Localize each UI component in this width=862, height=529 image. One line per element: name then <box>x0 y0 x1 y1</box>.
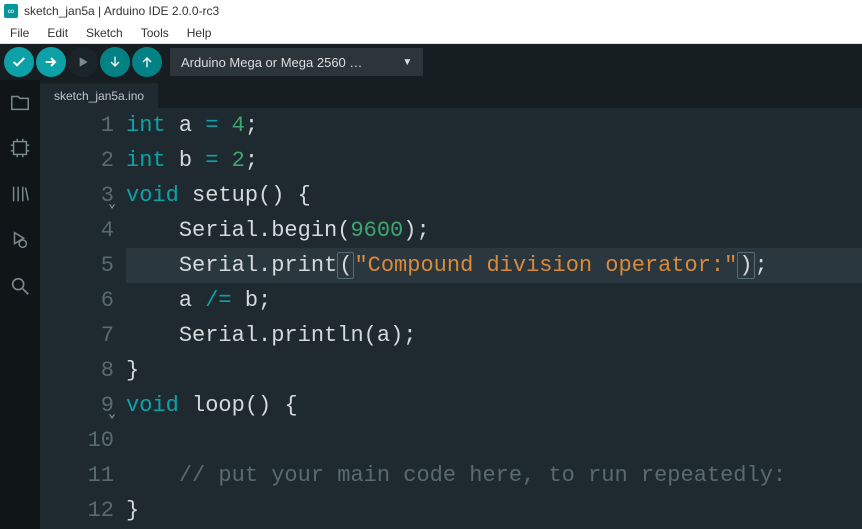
new-tab-button[interactable] <box>100 47 130 77</box>
board-name: Arduino Mega or Mega 2560 … <box>181 55 362 70</box>
menu-edit[interactable]: Edit <box>39 24 76 42</box>
main-area: sketch_jan5a.ino 1 2 3⌄ 4 5 6 7 8 9⌄ 10 … <box>0 80 862 529</box>
line-number: 10 <box>40 423 114 458</box>
code-line[interactable]: void setup() { <box>126 178 862 213</box>
arrow-up-icon <box>139 54 155 70</box>
tab-bar: sketch_jan5a.ino <box>40 80 862 108</box>
code-line[interactable]: void loop() { <box>126 388 862 423</box>
board-selector[interactable]: Arduino Mega or Mega 2560 … ▼ <box>170 48 423 76</box>
code-line[interactable]: } <box>126 353 862 388</box>
arrow-right-icon <box>43 54 59 70</box>
play-debug-icon <box>75 54 91 70</box>
code-editor[interactable]: 1 2 3⌄ 4 5 6 7 8 9⌄ 10 11 12 int a = 4; … <box>40 108 862 529</box>
menubar: File Edit Sketch Tools Help <box>0 22 862 44</box>
line-number: 8 <box>40 353 114 388</box>
library-manager-icon[interactable] <box>6 180 34 208</box>
boards-manager-icon[interactable] <box>6 134 34 162</box>
debug-panel-icon[interactable] <box>6 226 34 254</box>
check-icon <box>11 54 27 70</box>
line-number: 3⌄ <box>40 178 114 213</box>
code-line[interactable]: Serial.begin(9600); <box>126 213 862 248</box>
menu-file[interactable]: File <box>2 24 37 42</box>
code-line[interactable]: Serial.print("Compound division operator… <box>126 248 862 283</box>
toolbar: Arduino Mega or Mega 2560 … ▼ <box>0 44 862 80</box>
code-line[interactable]: // put your main code here, to run repea… <box>126 458 862 493</box>
line-number: 11 <box>40 458 114 493</box>
debug-button[interactable] <box>68 47 98 77</box>
upload-button[interactable] <box>36 47 66 77</box>
line-number: 12 <box>40 493 114 528</box>
verify-button[interactable] <box>4 47 34 77</box>
code-line[interactable]: a /= b; <box>126 283 862 318</box>
menu-sketch[interactable]: Sketch <box>78 24 131 42</box>
line-number: 5 <box>40 248 114 283</box>
line-number: 9⌄ <box>40 388 114 423</box>
menu-tools[interactable]: Tools <box>133 24 177 42</box>
chevron-down-icon: ▼ <box>402 57 412 68</box>
code-line[interactable]: Serial.println(a); <box>126 318 862 353</box>
editor-area: sketch_jan5a.ino 1 2 3⌄ 4 5 6 7 8 9⌄ 10 … <box>40 80 862 529</box>
line-number: 1 <box>40 108 114 143</box>
line-number: 2 <box>40 143 114 178</box>
line-number: 4 <box>40 213 114 248</box>
code-line[interactable] <box>126 423 862 458</box>
titlebar: ∞ sketch_jan5a | Arduino IDE 2.0.0-rc3 <box>0 0 862 22</box>
window-title: sketch_jan5a | Arduino IDE 2.0.0-rc3 <box>24 4 219 18</box>
line-number: 6 <box>40 283 114 318</box>
arrow-down-icon <box>107 54 123 70</box>
tab-sketch[interactable]: sketch_jan5a.ino <box>40 83 158 108</box>
activity-bar <box>0 80 40 529</box>
code-line[interactable]: } <box>126 493 862 528</box>
line-number: 7 <box>40 318 114 353</box>
code-lines[interactable]: int a = 4; int b = 2; void setup() { Ser… <box>126 108 862 529</box>
open-button[interactable] <box>132 47 162 77</box>
search-icon[interactable] <box>6 272 34 300</box>
line-gutter: 1 2 3⌄ 4 5 6 7 8 9⌄ 10 11 12 <box>40 108 126 529</box>
arduino-app-icon: ∞ <box>4 4 18 18</box>
explorer-icon[interactable] <box>6 88 34 116</box>
code-line[interactable]: int b = 2; <box>126 143 862 178</box>
menu-help[interactable]: Help <box>179 24 220 42</box>
code-line[interactable]: int a = 4; <box>126 108 862 143</box>
